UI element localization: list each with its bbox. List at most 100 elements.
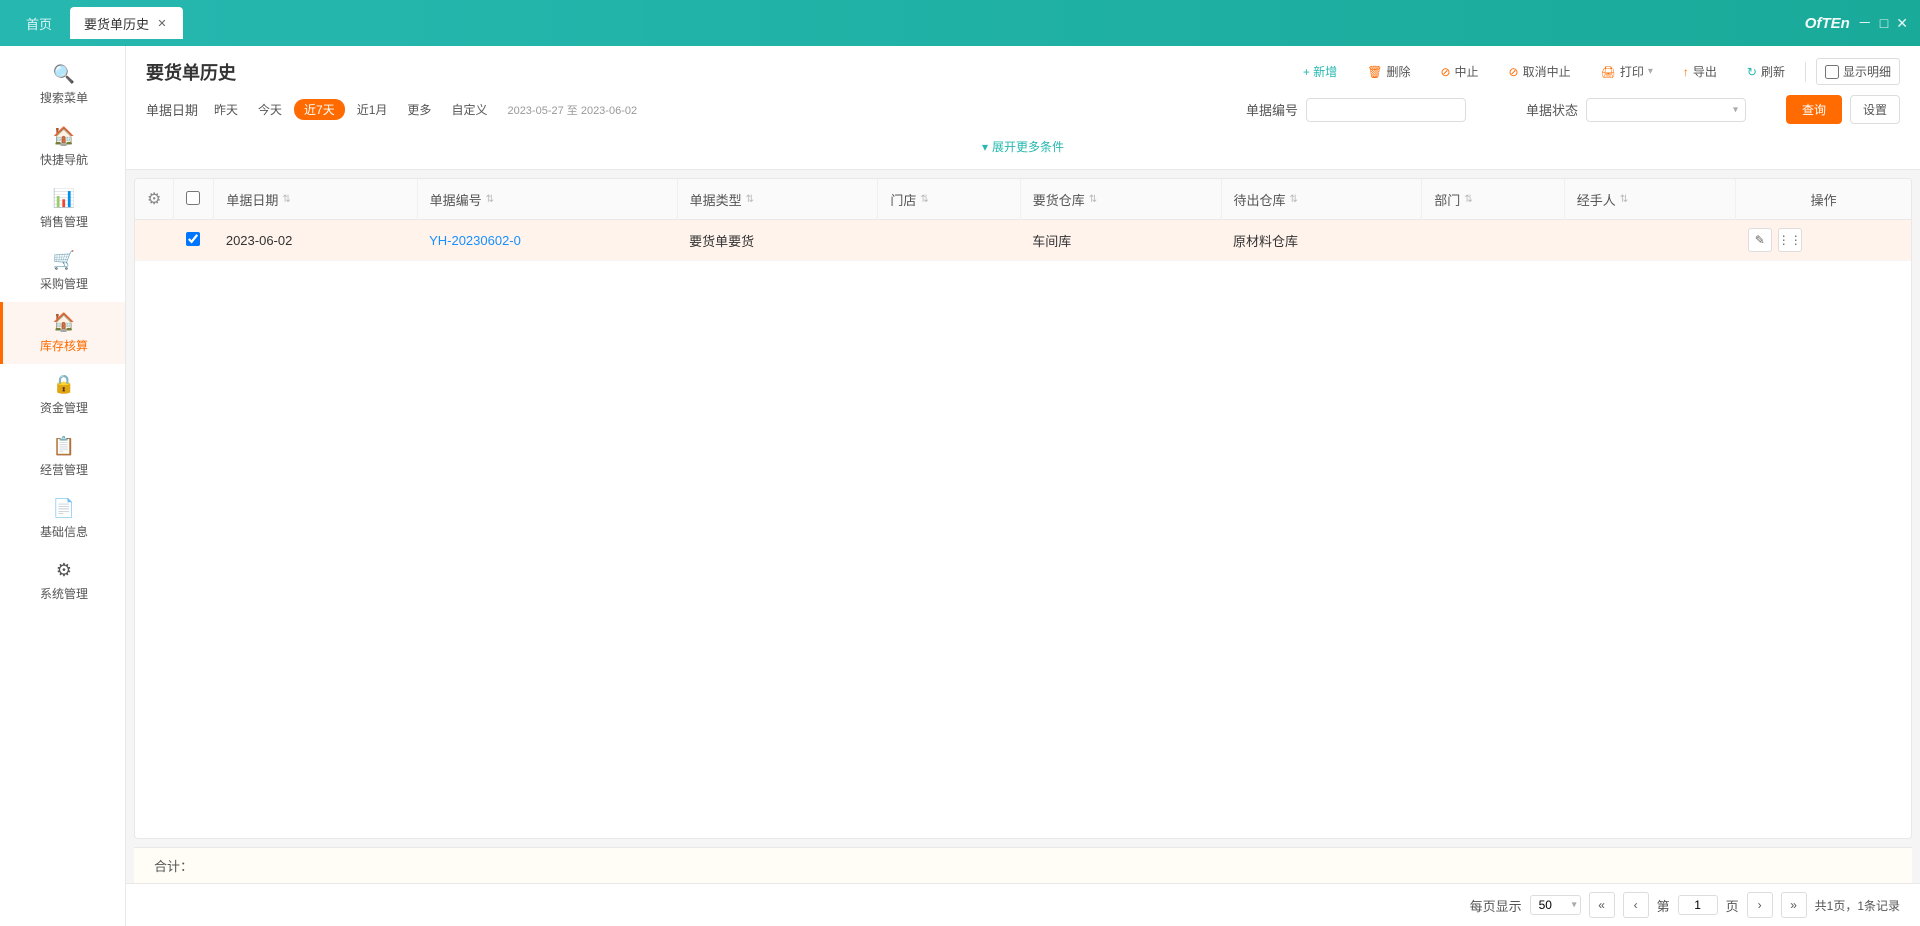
maximize-icon[interactable]: □ bbox=[1880, 15, 1888, 31]
table-area: ⚙ 单据日期 ⇅ bbox=[134, 178, 1912, 839]
refresh-button[interactable]: ↻ 刷新 bbox=[1737, 58, 1795, 85]
filter-doc-no: 单据编号 bbox=[1246, 98, 1466, 122]
td-req-warehouse: 车间库 bbox=[1020, 220, 1221, 261]
th-handler[interactable]: 经手人 ⇅ bbox=[1564, 179, 1736, 220]
cancel-stop-button[interactable]: ⊘ 取消中止 bbox=[1499, 58, 1581, 85]
date-btn-custom[interactable]: 自定义 bbox=[443, 99, 495, 120]
row-checkbox[interactable] bbox=[186, 232, 200, 246]
inventory-icon: 🏠 bbox=[53, 312, 75, 333]
th-store[interactable]: 门店 ⇅ bbox=[878, 179, 1020, 220]
td-dest-warehouse: 原材料仓库 bbox=[1221, 220, 1422, 261]
sidebar-item-basic-info[interactable]: 📄 基础信息 bbox=[0, 488, 125, 550]
th-dest-warehouse[interactable]: 待出仓库 ⇅ bbox=[1221, 179, 1422, 220]
doc-no-input[interactable] bbox=[1306, 98, 1466, 122]
sidebar-item-purchase[interactable]: 🛒 采购管理 bbox=[0, 240, 125, 302]
prev-page-button[interactable]: ‹ bbox=[1623, 892, 1649, 918]
doc-no-label: 单据编号 bbox=[1246, 100, 1298, 119]
td-settings bbox=[135, 220, 174, 261]
first-page-button[interactable]: « bbox=[1589, 892, 1615, 918]
date-btns: 昨天 今天 近7天 近1月 更多 自定义 bbox=[206, 99, 495, 120]
td-checkbox bbox=[174, 220, 214, 261]
next-page-button[interactable]: › bbox=[1747, 892, 1773, 918]
stop-button[interactable]: ⊘ 中止 bbox=[1430, 58, 1488, 85]
sidebar-item-operations[interactable]: 📋 经营管理 bbox=[0, 426, 125, 488]
td-doc-no: YH-20230602-0 bbox=[417, 220, 677, 261]
status-select[interactable] bbox=[1586, 98, 1746, 122]
page-size-label: 每页显示 bbox=[1470, 896, 1522, 915]
print-button[interactable]: 🖨 打印 ▾ bbox=[1591, 58, 1663, 85]
sidebar-item-basic-info-label: 基础信息 bbox=[40, 523, 88, 540]
last-page-button[interactable]: » bbox=[1781, 892, 1807, 918]
date-range-text: 2023-05-27 至 2023-06-02 bbox=[507, 102, 637, 118]
sort-icon-doc-no: ⇅ bbox=[486, 194, 494, 205]
th-department[interactable]: 部门 ⇅ bbox=[1422, 179, 1564, 220]
top-bar: 首页 要货单历史 ✕ OfTEn － □ ✕ bbox=[0, 0, 1920, 46]
operations-icon: 📋 bbox=[53, 436, 75, 457]
date-filter-label: 单据日期 bbox=[146, 100, 198, 119]
stop-icon: ⊘ bbox=[1440, 65, 1450, 79]
tab-requisition-history[interactable]: 要货单历史 ✕ bbox=[70, 7, 183, 39]
doc-no-link[interactable]: YH-20230602-0 bbox=[429, 233, 521, 248]
content-panel: 要货单历史 + 新增 🗑 删除 ⊘ 中止 ⊘ 取消中止 bbox=[126, 46, 1920, 926]
pagination-bar: 每页显示 20 50 100 200 ▾ « ‹ 第 页 › » 共1页， bbox=[126, 883, 1920, 926]
expand-more-button[interactable]: ▾ 展开更多条件 bbox=[974, 134, 1072, 159]
date-btn-7days[interactable]: 近7天 bbox=[294, 99, 345, 120]
sidebar-item-system[interactable]: ⚙ 系统管理 bbox=[0, 550, 125, 612]
th-doc-type[interactable]: 单据类型 ⇅ bbox=[677, 179, 878, 220]
tab-home[interactable]: 首页 bbox=[12, 7, 66, 39]
sort-icon-doc-date: ⇅ bbox=[282, 194, 290, 205]
th-settings[interactable]: ⚙ bbox=[135, 179, 174, 220]
date-btn-1month[interactable]: 近1月 bbox=[349, 99, 396, 120]
display-detail-toggle[interactable]: 显示明细 bbox=[1816, 58, 1900, 85]
sort-icon-store: ⇅ bbox=[920, 194, 928, 205]
page-header: 要货单历史 + 新增 🗑 删除 ⊘ 中止 ⊘ 取消中止 bbox=[126, 46, 1920, 170]
print-icon: 🖨 bbox=[1601, 65, 1616, 79]
sidebar-item-search-menu[interactable]: 🔍 搜索菜单 bbox=[0, 54, 125, 116]
sidebar-item-system-label: 系统管理 bbox=[40, 585, 88, 602]
sidebar-item-quick-nav[interactable]: 🏠 快捷导航 bbox=[0, 116, 125, 178]
sidebar-item-sales[interactable]: 📊 销售管理 bbox=[0, 178, 125, 240]
page-label: 第 bbox=[1657, 896, 1670, 915]
sidebar-item-finance[interactable]: 🔒 资金管理 bbox=[0, 364, 125, 426]
page-title: 要货单历史 bbox=[146, 59, 236, 85]
window-close-icon[interactable]: ✕ bbox=[1896, 15, 1908, 32]
print-dropdown-icon: ▾ bbox=[1648, 66, 1653, 77]
th-doc-no[interactable]: 单据编号 ⇅ bbox=[417, 179, 677, 220]
row-edit-icon[interactable]: ✎ bbox=[1748, 228, 1772, 252]
date-btn-today[interactable]: 今天 bbox=[250, 99, 290, 120]
export-button[interactable]: ↑ 导出 bbox=[1673, 58, 1727, 85]
table-header-row: ⚙ 单据日期 ⇅ bbox=[135, 179, 1911, 220]
sort-icon-dest-warehouse: ⇅ bbox=[1290, 194, 1298, 205]
date-btn-more[interactable]: 更多 bbox=[399, 99, 439, 120]
delete-icon: 🗑 bbox=[1367, 65, 1382, 79]
brand-name: OfTEn bbox=[1805, 15, 1850, 32]
sidebar-item-sales-label: 销售管理 bbox=[40, 213, 88, 230]
page-size-select[interactable]: 20 50 100 200 bbox=[1530, 895, 1581, 915]
page-number-input[interactable] bbox=[1678, 895, 1718, 915]
query-button[interactable]: 查询 bbox=[1786, 95, 1842, 124]
new-button[interactable]: + 新增 bbox=[1293, 58, 1347, 85]
system-icon: ⚙ bbox=[56, 560, 72, 581]
display-detail-checkbox[interactable] bbox=[1825, 65, 1839, 79]
row-more-icon[interactable]: ⋮⋮ bbox=[1778, 228, 1802, 252]
th-req-warehouse[interactable]: 要货仓库 ⇅ bbox=[1020, 179, 1221, 220]
main-area: 🔍 搜索菜单 🏠 快捷导航 📊 销售管理 🛒 采购管理 🏠 库存核算 🔒 bbox=[0, 46, 1920, 926]
status-select-wrapper: ▾ bbox=[1586, 98, 1746, 122]
filter-row-1: 单据日期 昨天 今天 近7天 近1月 更多 自定义 2023-05-27 至 2… bbox=[146, 95, 1900, 124]
top-bar-right: OfTEn － □ ✕ bbox=[1805, 13, 1908, 33]
sidebar-item-inventory[interactable]: 🏠 库存核算 bbox=[0, 302, 125, 364]
select-all-checkbox[interactable] bbox=[186, 191, 200, 205]
date-btn-yesterday[interactable]: 昨天 bbox=[206, 99, 246, 120]
finance-icon: 🔒 bbox=[53, 374, 75, 395]
tab-close-icon[interactable]: ✕ bbox=[155, 16, 169, 30]
td-doc-type: 要货单要货 bbox=[677, 220, 878, 261]
th-doc-date[interactable]: 单据日期 ⇅ bbox=[214, 179, 417, 220]
tab-home-label: 首页 bbox=[26, 14, 52, 33]
sidebar: 🔍 搜索菜单 🏠 快捷导航 📊 销售管理 🛒 采购管理 🏠 库存核算 🔒 bbox=[0, 46, 126, 926]
delete-button[interactable]: 🗑 删除 bbox=[1357, 58, 1420, 85]
settings-button[interactable]: 设置 bbox=[1850, 95, 1900, 124]
minimize-icon[interactable]: － bbox=[1858, 13, 1872, 33]
sales-icon: 📊 bbox=[53, 188, 75, 209]
search-menu-icon: 🔍 bbox=[53, 64, 75, 85]
tab-requisition-history-label: 要货单历史 bbox=[84, 14, 149, 33]
